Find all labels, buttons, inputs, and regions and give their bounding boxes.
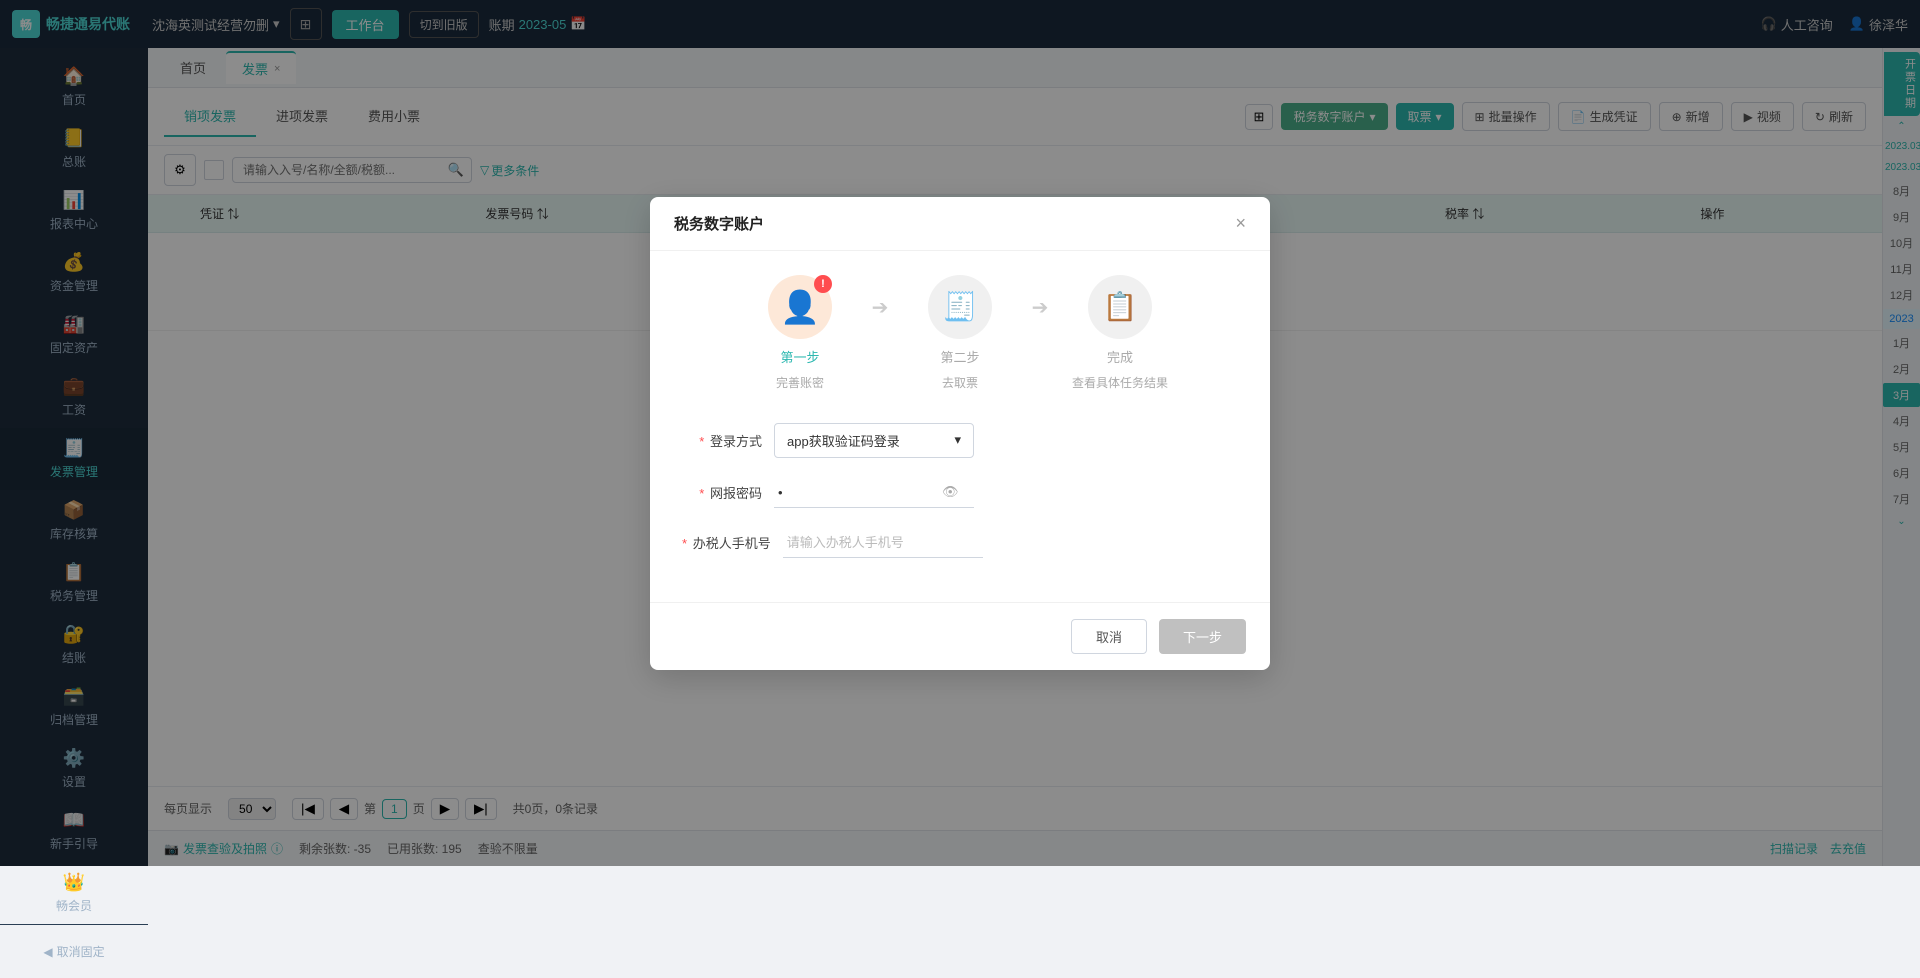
sidebar-bottom: ◀ 取消固定 — [0, 924, 148, 978]
required-star-3: * — [682, 536, 687, 551]
step-2-label: 第二步 — [940, 347, 979, 366]
step-3-icon: 📋 — [1103, 290, 1138, 323]
modal-next-btn[interactable]: 下一步 — [1159, 619, 1246, 654]
phone-label: * 办税人手机号 — [682, 533, 771, 552]
modal-overlay: 税务数字账户 × 👤 ! 第一步 完善账密 ➔ — [0, 0, 1920, 866]
sidebar-collapse-btn[interactable]: ◀ 取消固定 — [0, 935, 148, 968]
step-3-desc: 查看具体任务结果 — [1072, 374, 1168, 391]
step-3-label: 完成 — [1107, 347, 1133, 366]
login-method-value: app获取验证码登录 — [787, 431, 900, 450]
step-3: 📋 完成 查看具体任务结果 — [1060, 275, 1180, 391]
step-arrow-2: ➔ — [1020, 275, 1060, 320]
modal-header: 税务数字账户 × — [650, 197, 1270, 251]
modal-dialog: 税务数字账户 × 👤 ! 第一步 完善账密 ➔ — [650, 197, 1270, 670]
modal-close-btn[interactable]: × — [1235, 214, 1246, 232]
password-label: * 网报密码 — [682, 483, 762, 502]
login-method-label: * 登录方式 — [682, 431, 762, 450]
step-1: 👤 ! 第一步 完善账密 — [740, 275, 860, 391]
collapse-label: 取消固定 — [57, 943, 105, 960]
step-3-icon-wrap: 📋 — [1088, 275, 1152, 339]
login-method-select[interactable]: app获取验证码登录 ▾ — [774, 423, 974, 458]
password-field-wrap: 👁 — [774, 478, 974, 508]
modal-cancel-btn[interactable]: 取消 — [1071, 619, 1147, 654]
modal-title: 税务数字账户 — [674, 213, 764, 234]
required-star: * — [699, 434, 704, 449]
step-2-desc: 去取票 — [942, 374, 978, 391]
phone-input[interactable] — [783, 528, 983, 558]
select-chevron-icon: ▾ — [954, 432, 961, 448]
step-2-icon: 🧾 — [943, 290, 978, 323]
modal-footer: 取消 下一步 — [650, 602, 1270, 670]
login-method-row: * 登录方式 app获取验证码登录 ▾ — [682, 423, 1238, 458]
step-1-badge: ! — [814, 275, 832, 293]
pin-icon: ◀ — [43, 945, 52, 959]
required-star-2: * — [699, 486, 704, 501]
sidebar-item-member[interactable]: 👑 畅会员 — [0, 862, 148, 924]
step-2: 🧾 第二步 去取票 — [900, 275, 1020, 391]
sidebar-label-member: 畅会员 — [56, 897, 92, 914]
step-1-desc: 完善账密 — [776, 374, 824, 391]
password-input[interactable] — [774, 478, 934, 507]
modal-form: * 登录方式 app获取验证码登录 ▾ * 网报密码 — [682, 423, 1238, 558]
member-icon: 👑 — [63, 872, 85, 893]
steps-indicator: 👤 ! 第一步 完善账密 ➔ 🧾 第二步 去取票 ➔ — [682, 275, 1238, 391]
step-1-label: 第一步 — [780, 347, 819, 366]
eye-toggle-icon[interactable]: 👁 — [942, 484, 959, 500]
step-2-icon-wrap: 🧾 — [928, 275, 992, 339]
step-arrow-1: ➔ — [860, 275, 900, 320]
step-1-icon: 👤 — [780, 288, 820, 326]
phone-row: * 办税人手机号 — [682, 528, 1238, 558]
password-row: * 网报密码 👁 — [682, 478, 1238, 508]
step-1-icon-wrap: 👤 ! — [768, 275, 832, 339]
modal-body: 👤 ! 第一步 完善账密 ➔ 🧾 第二步 去取票 ➔ — [650, 251, 1270, 602]
